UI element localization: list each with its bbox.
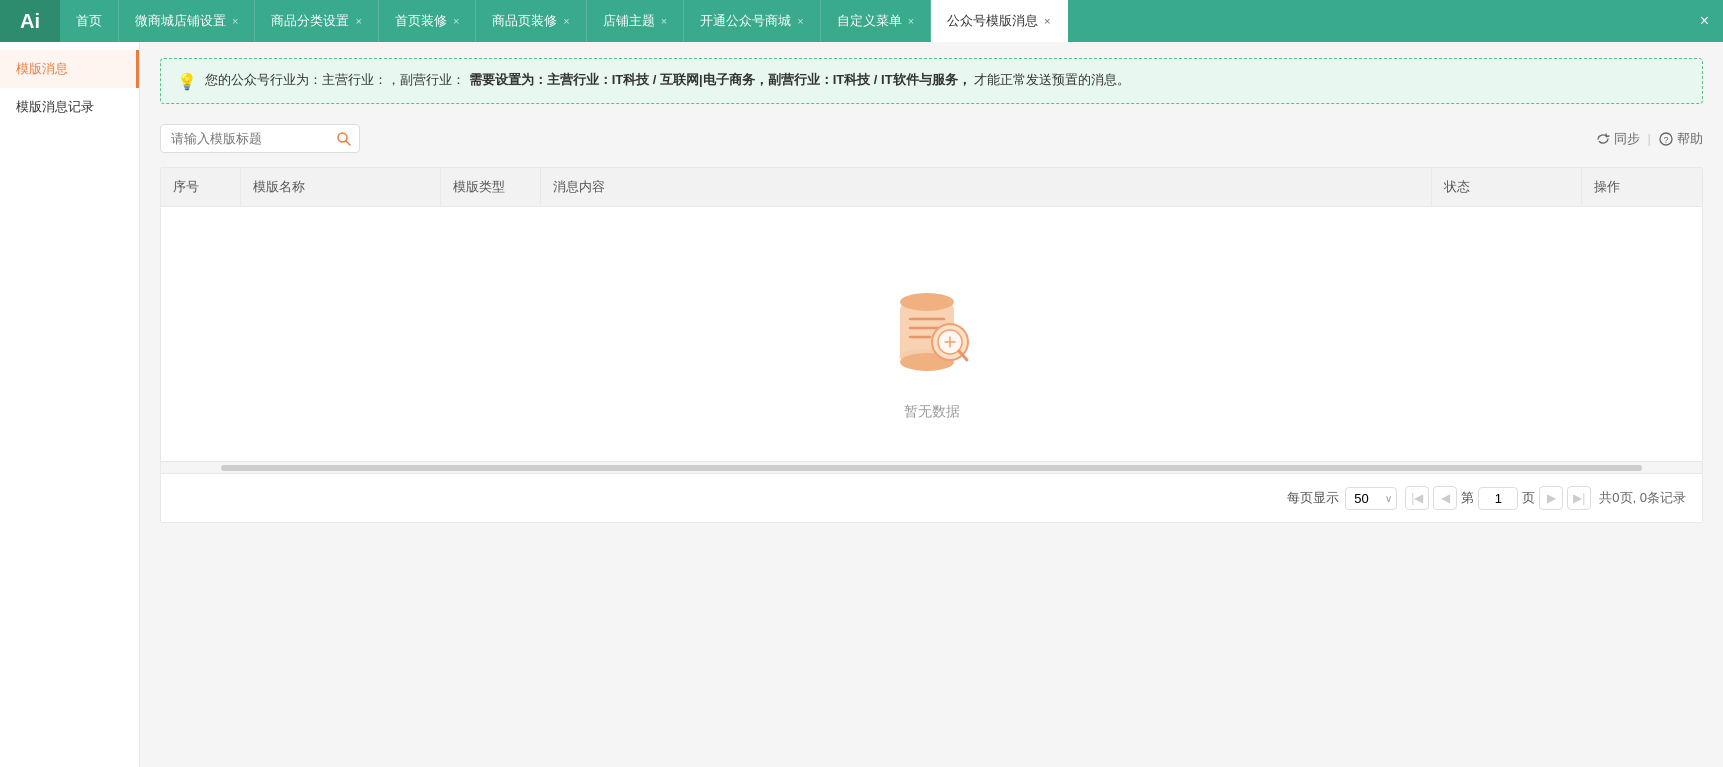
nav-item-open-mall[interactable]: 开通公众号商城 × [684, 0, 820, 42]
nav-item-product-decoration[interactable]: 商品页装修 × [476, 0, 586, 42]
last-page-button[interactable]: ▶| [1567, 486, 1591, 510]
empty-text: 暂无数据 [904, 403, 960, 421]
nav-item-home[interactable]: 首页 [60, 0, 119, 42]
logo: Ai [0, 0, 60, 42]
search-right: 同步 | ? 帮助 [1596, 130, 1703, 148]
search-button[interactable] [336, 131, 352, 147]
page-size-select: 每页显示 50 10 20 100 [1287, 487, 1397, 510]
page-number-input[interactable] [1478, 487, 1518, 510]
page-navigation: |◀ ◀ 第 页 ▶ ▶| [1405, 486, 1591, 510]
col-header-type: 模版类型 [441, 168, 541, 206]
close-icon[interactable]: × [232, 15, 238, 27]
empty-state: 暂无数据 [161, 207, 1702, 461]
sidebar-item-template-msg-record[interactable]: 模版消息记录 [0, 88, 139, 126]
sync-icon [1596, 132, 1610, 146]
nav-item-custom-menu[interactable]: 自定义菜单 × [821, 0, 931, 42]
nav-item-shop-settings[interactable]: 微商城店铺设置 × [119, 0, 255, 42]
svg-line-1 [346, 141, 350, 145]
close-icon[interactable]: × [661, 15, 667, 27]
page-size-dropdown[interactable]: 50 10 20 100 [1345, 487, 1397, 510]
empty-illustration [872, 267, 992, 387]
scrollbar-thumb[interactable] [221, 465, 1642, 471]
top-navigation: Ai 首页 微商城店铺设置 × 商品分类设置 × 首页装修 × 商品页装修 × … [0, 0, 1723, 42]
search-left [160, 124, 360, 153]
help-button[interactable]: ? 帮助 [1659, 130, 1703, 148]
total-info: 共0页, 0条记录 [1599, 489, 1686, 507]
divider: | [1648, 131, 1651, 146]
search-input-wrap [160, 124, 360, 153]
close-icon[interactable]: × [453, 15, 459, 27]
col-header-name: 模版名称 [241, 168, 441, 206]
table-header: 序号 模版名称 模版类型 消息内容 状态 操作 [161, 168, 1702, 207]
col-header-action: 操作 [1582, 168, 1702, 206]
notice-box: 💡 您的公众号行业为：主营行业：，副营行业： 需要设置为：主营行业：IT科技 /… [160, 58, 1703, 104]
page-size-wrapper: 50 10 20 100 [1345, 487, 1397, 510]
horizontal-scrollbar[interactable] [161, 461, 1702, 473]
search-bar: 同步 | ? 帮助 [160, 124, 1703, 153]
close-icon[interactable]: × [797, 15, 803, 27]
close-icon[interactable]: × [563, 15, 569, 27]
data-table: 序号 模版名称 模版类型 消息内容 状态 操作 [160, 167, 1703, 523]
lightbulb-icon: 💡 [177, 72, 197, 91]
main-layout: 模版消息 模版消息记录 💡 您的公众号行业为：主营行业：，副营行业： 需要设置为… [0, 42, 1723, 767]
first-page-button[interactable]: |◀ [1405, 486, 1429, 510]
next-page-button[interactable]: ▶ [1539, 486, 1563, 510]
nav-item-store-theme[interactable]: 店铺主题 × [587, 0, 684, 42]
content-area: 💡 您的公众号行业为：主营行业：，副营行业： 需要设置为：主营行业：IT科技 /… [140, 42, 1723, 767]
nav-item-homepage-decoration[interactable]: 首页装修 × [379, 0, 476, 42]
sidebar-item-template-msg[interactable]: 模版消息 [0, 50, 139, 88]
prev-page-button[interactable]: ◀ [1433, 486, 1457, 510]
pagination: 每页显示 50 10 20 100 |◀ ◀ 第 页 [161, 473, 1702, 522]
close-icon[interactable]: × [908, 15, 914, 27]
close-icon[interactable]: × [355, 15, 361, 27]
close-all-button[interactable]: × [1686, 0, 1723, 42]
col-header-status: 状态 [1432, 168, 1582, 206]
nav-item-category-settings[interactable]: 商品分类设置 × [255, 0, 378, 42]
col-header-seq: 序号 [161, 168, 241, 206]
notice-text: 您的公众号行业为：主营行业：，副营行业： 需要设置为：主营行业：IT科技 / 互… [205, 71, 1130, 89]
svg-point-6 [900, 293, 954, 311]
close-icon[interactable]: × [1044, 15, 1050, 27]
svg-text:?: ? [1663, 135, 1668, 145]
sidebar: 模版消息 模版消息记录 [0, 42, 140, 767]
nav-item-template-msg[interactable]: 公众号模版消息 × [931, 0, 1067, 42]
help-icon: ? [1659, 132, 1673, 146]
col-header-content: 消息内容 [541, 168, 1432, 206]
sync-button[interactable]: 同步 [1596, 130, 1640, 148]
search-input[interactable] [160, 124, 360, 153]
